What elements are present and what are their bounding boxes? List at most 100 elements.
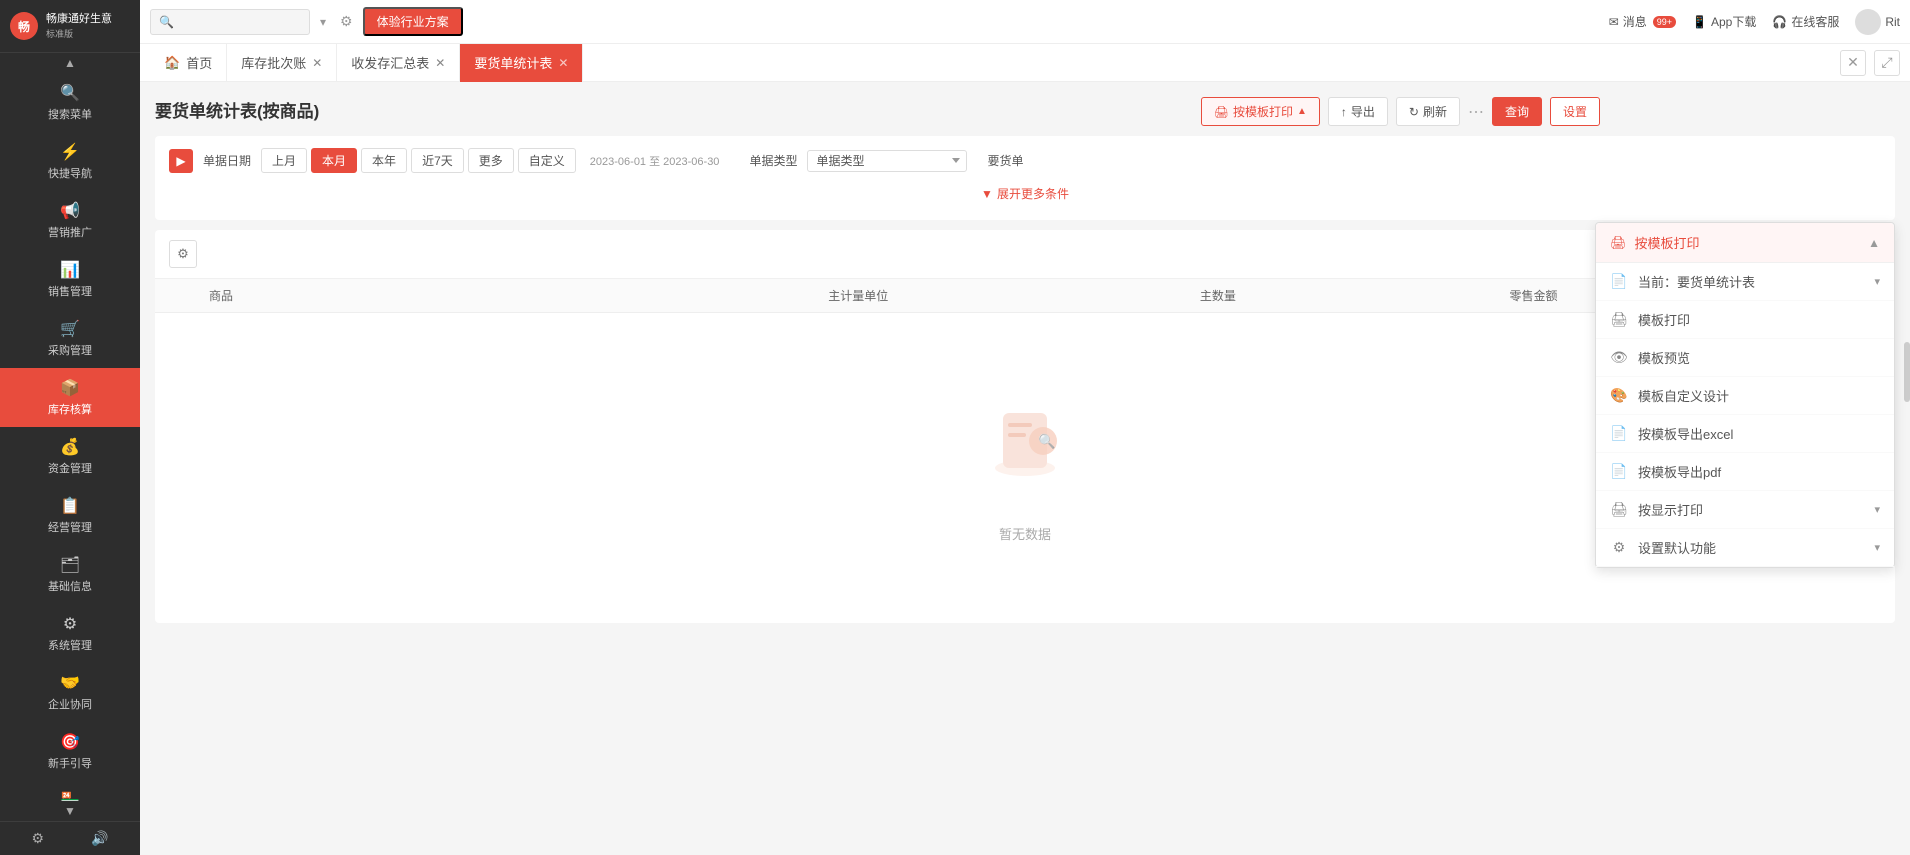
sidebar-item-guide[interactable]: 🎯 新手引导 [0, 722, 140, 781]
tab-batch-close[interactable]: ✕ [312, 56, 322, 70]
appstore-icon: 🏪 [60, 791, 80, 801]
order-type-label: 单据类型 [749, 152, 797, 169]
message-icon: ✉ [1609, 15, 1619, 29]
message-label: 消息 [1623, 13, 1647, 30]
message-btn[interactable]: ✉ 消息 99+ [1609, 13, 1676, 30]
sidebar-item-label: 销售管理 [48, 283, 92, 299]
dropdown-item-template-design[interactable]: 🎨 模板自定义设计 [1596, 377, 1894, 415]
sidebar: 畅 畅康通好生意 标准版 ▲ 🔍 搜索菜单 ⚡ 快捷导航 📢 营销推广 📊 销售… [0, 0, 140, 855]
print-btn[interactable]: 🖨 按模板打印 ▲ [1201, 97, 1320, 126]
user-avatar-btn[interactable]: Rit [1855, 9, 1900, 35]
template-print-icon: 🖨 [1610, 311, 1628, 328]
topbar-right: ✉ 消息 99+ 📱 App下载 🎧 在线客服 Rit [1609, 9, 1900, 35]
avatar [1855, 9, 1881, 35]
app-name: 畅康通好生意 [46, 12, 112, 26]
sidebar-item-sales[interactable]: 📊 销售管理 [0, 250, 140, 309]
filter-expand-icon[interactable]: ▶ [169, 149, 193, 173]
filter-current-year[interactable]: 本年 [361, 148, 407, 173]
sidebar-item-label: 快捷导航 [48, 165, 92, 181]
dropdown-item-current[interactable]: 📄 当前：要货单统计表 ▾ [1596, 263, 1894, 301]
sidebar-item-quicknav[interactable]: ⚡ 快捷导航 [0, 132, 140, 191]
search-icon: 🔍 [60, 83, 80, 103]
sidebar-item-appstore[interactable]: 🏪 应用中心 [0, 781, 140, 801]
export-btn[interactable]: ↑ 导出 [1328, 97, 1388, 126]
template-preview-label: 模板预览 [1638, 348, 1880, 367]
table-gear-btn[interactable]: ⚙ [169, 240, 197, 268]
tab-batch[interactable]: 库存批次账 ✕ [227, 44, 337, 82]
sidebar-item-system[interactable]: ⚙ 系统管理 [0, 604, 140, 663]
topbar-gear-icon[interactable]: ⚙ [340, 13, 353, 30]
tab-order-stat[interactable]: 要货单统计表 ✕ [460, 44, 583, 82]
topbar-search-box[interactable]: 🔍 [150, 9, 310, 35]
main-area: 🔍 ▾ ⚙ 体验行业方案 ✉ 消息 99+ 📱 App下载 🎧 在线客服 Rit [140, 0, 1910, 855]
sidebar-item-marketing[interactable]: 📢 营销推广 [0, 191, 140, 250]
trial-button[interactable]: 体验行业方案 [363, 7, 463, 36]
purchase-icon: 🛒 [60, 319, 80, 339]
app-badge: 标准版 [46, 27, 112, 40]
online-service-label: 在线客服 [1791, 13, 1839, 30]
topbar-search-icon: 🔍 [159, 15, 174, 29]
resize-handle[interactable] [1904, 342, 1910, 402]
tab-home[interactable]: 🏠 首页 [150, 44, 227, 82]
set-default-icon: ⚙ [1610, 539, 1628, 556]
sidebar-item-finance[interactable]: 💰 资金管理 [0, 427, 140, 486]
quicknav-icon: ⚡ [60, 142, 80, 162]
sound-footer-btn[interactable]: 🔊 [91, 830, 108, 847]
filter-current-month[interactable]: 本月 [311, 148, 357, 173]
app-download-btn[interactable]: 📱 App下载 [1692, 13, 1756, 30]
expand-more-btn[interactable]: ▼ 展开更多条件 [169, 179, 1881, 208]
refresh-btn[interactable]: ↻ 刷新 [1396, 97, 1460, 126]
dropdown-item-template-preview[interactable]: 👁 模板预览 [1596, 339, 1894, 377]
home-icon: 🏠 [164, 55, 180, 71]
expand-more-label: 展开更多条件 [997, 185, 1069, 202]
filter-last7days[interactable]: 近7天 [411, 148, 464, 173]
topbar-chevron-icon[interactable]: ▾ [320, 15, 326, 29]
settings-footer-btn[interactable]: ⚙ [32, 830, 45, 847]
filter-custom[interactable]: 自定义 [518, 148, 576, 173]
filter-more[interactable]: 更多 [468, 148, 514, 173]
template-design-icon: 🎨 [1610, 387, 1628, 404]
sidebar-item-basic[interactable]: 🗂 基础信息 [0, 545, 140, 604]
settings-btn[interactable]: 设置 [1550, 97, 1600, 126]
online-service-btn[interactable]: 🎧 在线客服 [1772, 13, 1839, 30]
sidebar-scroll-down[interactable]: ▼ [62, 801, 78, 821]
sidebar-item-search[interactable]: 🔍 搜索菜单 [0, 73, 140, 132]
sidebar-item-inventory[interactable]: 📦 库存核算 [0, 368, 140, 427]
dropdown-item-export-pdf[interactable]: 📄 按模板导出pdf [1596, 453, 1894, 491]
tab-collection[interactable]: 收发存汇总表 ✕ [337, 44, 460, 82]
headset-icon: 🎧 [1772, 15, 1787, 29]
empty-illustration: 🔍 [975, 393, 1075, 512]
order-type-select[interactable]: 单据类型 [807, 150, 967, 172]
tab-expand-btn[interactable]: ⤢ [1874, 50, 1900, 76]
username: Rit [1885, 15, 1900, 29]
filter-prev-month[interactable]: 上月 [261, 148, 307, 173]
dropdown-item-template-print[interactable]: 🖨 模板打印 [1596, 301, 1894, 339]
date-filter-group: 上月 本月 本年 近7天 更多 自定义 [261, 148, 576, 173]
th-unit: 主计量单位 [828, 287, 1200, 304]
dropdown-item-set-default[interactable]: ⚙ 设置默认功能 ▾ [1596, 529, 1894, 567]
sidebar-scroll-up[interactable]: ▲ [62, 53, 78, 73]
export-pdf-icon: 📄 [1610, 463, 1628, 480]
display-print-label: 按显示打印 [1638, 500, 1864, 519]
sidebar-item-purchase[interactable]: 🛒 采购管理 [0, 309, 140, 368]
display-print-arrow: ▾ [1874, 503, 1880, 516]
query-btn[interactable]: 查询 [1492, 97, 1542, 126]
dropdown-item-export-excel[interactable]: 📄 按模板导出excel [1596, 415, 1894, 453]
printer-icon: 🖨 [1610, 235, 1627, 251]
sales-icon: 📊 [60, 260, 80, 280]
topbar: 🔍 ▾ ⚙ 体验行业方案 ✉ 消息 99+ 📱 App下载 🎧 在线客服 Rit [140, 0, 1910, 44]
sidebar-item-collab[interactable]: 🤝 企业协同 [0, 663, 140, 722]
current-template-icon: 📄 [1610, 273, 1628, 290]
dropdown-collapse-btn[interactable]: ▲ [1868, 236, 1880, 250]
tab-order-stat-close[interactable]: ✕ [558, 56, 568, 70]
more-options-icon[interactable]: ⋯ [1468, 102, 1484, 122]
sidebar-item-label: 搜索菜单 [48, 106, 92, 122]
sidebar-item-operation[interactable]: 📋 经营管理 [0, 486, 140, 545]
dropdown-item-display-print[interactable]: 🖨 按显示打印 ▾ [1596, 491, 1894, 529]
sidebar-item-label: 经营管理 [48, 519, 92, 535]
svg-text:🔍: 🔍 [1038, 432, 1055, 450]
tab-collection-close[interactable]: ✕ [435, 56, 445, 70]
print-icon: 🖨 [1214, 105, 1229, 119]
content-actions: 🖨 按模板打印 ▲ ↑ 导出 ↻ 刷新 ⋯ 查询 设置 [1201, 97, 1600, 126]
tab-close-btn[interactable]: ✕ [1840, 50, 1866, 76]
